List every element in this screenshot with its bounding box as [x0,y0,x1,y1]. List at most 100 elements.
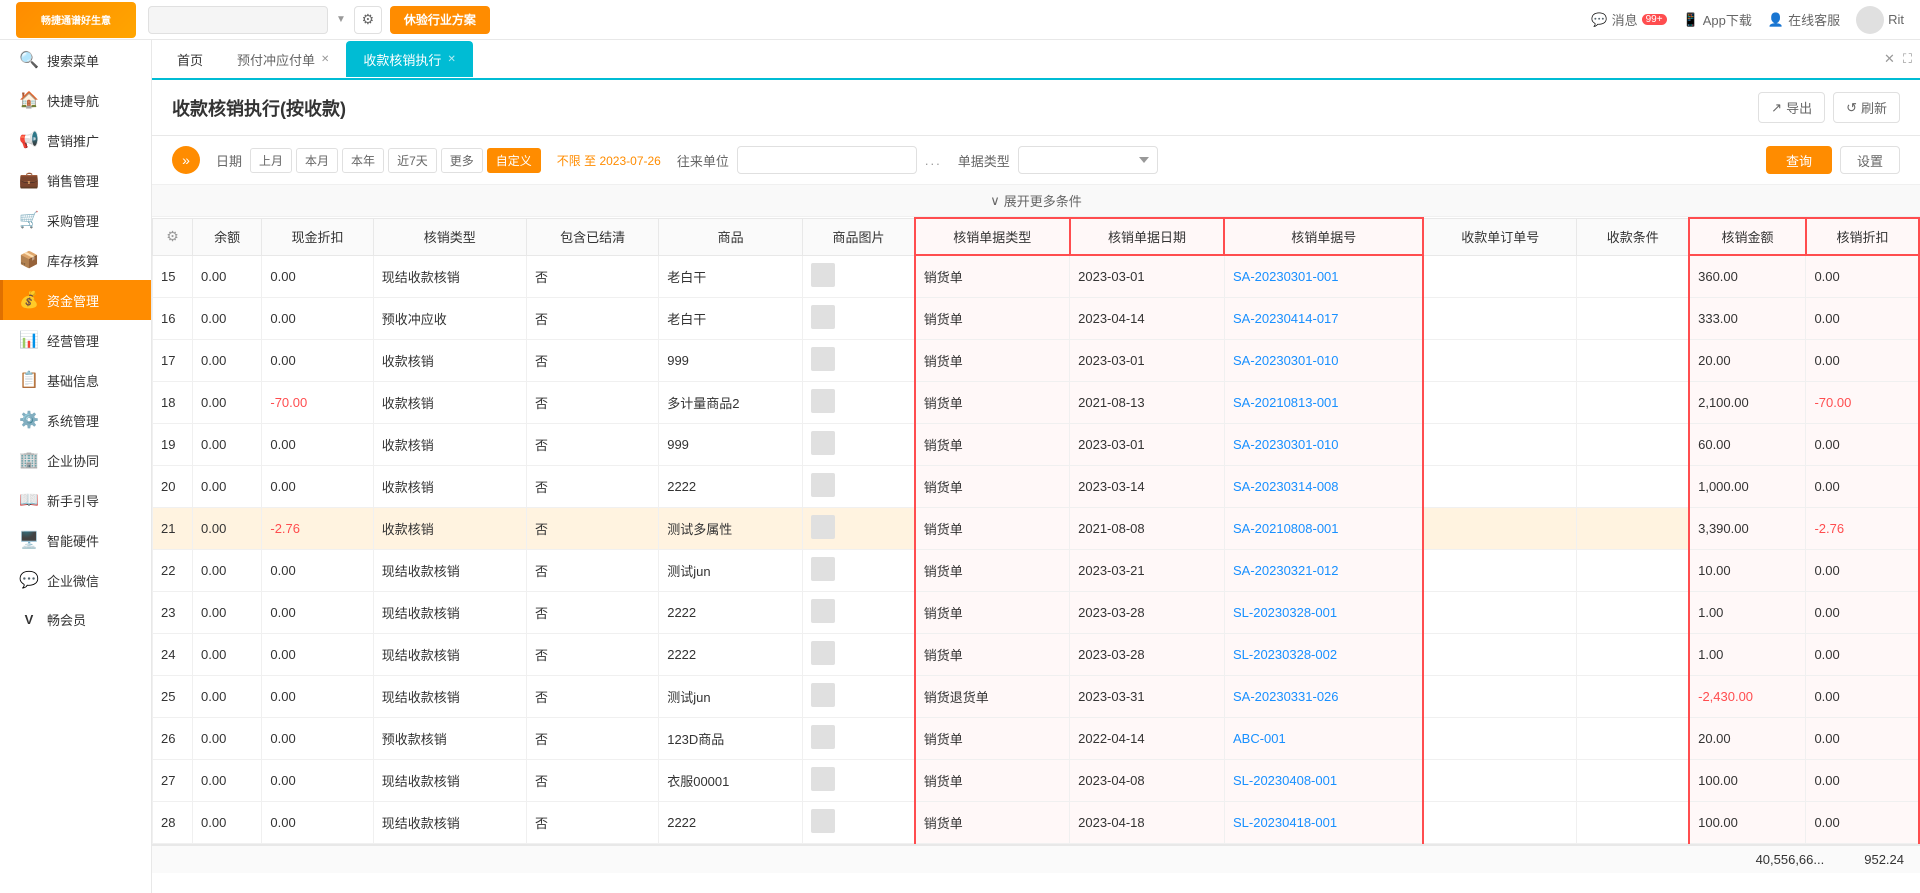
enterprise-wechat-icon: 💬 [19,570,39,590]
cell-row-num: 27 [153,759,193,801]
sidebar-item-marketing[interactable]: 📢 营销推广 [0,120,151,160]
cell-cash-discount: 0.00 [262,255,373,297]
tab-home[interactable]: 首页 [160,41,220,77]
cell-receipt-condition [1577,507,1689,549]
cell-balance: 0.00 [193,381,262,423]
sidebar-item-quick-nav[interactable]: 🏠 快捷导航 [0,80,151,120]
cell-row-num: 17 [153,339,193,381]
expand-more-button[interactable]: ∨ 展开更多条件 [990,191,1082,210]
sidebar-item-enterprise-wechat[interactable]: 💬 企业微信 [0,560,151,600]
cell-cancel-bill-no[interactable]: SA-20230301-001 [1224,255,1422,297]
cell-cancel-bill-no[interactable]: SA-20230321-012 [1224,549,1422,591]
tab-prepay-close[interactable]: ✕ [321,54,329,65]
page-content: 收款核销执行(按收款) ↗ 导出 ↺ 刷新 » [152,80,1920,893]
industry-button[interactable]: 休验行业方案 [390,6,490,34]
filter-expand-toggle[interactable]: » [172,146,200,174]
cell-goods: 测试jun [659,549,803,591]
table-row: 150.000.00现结收款核销否老白干销货单2023-03-01SA-2023… [153,255,1920,297]
user-info[interactable]: Rit [1856,6,1904,34]
app-icon: 📱 [1683,12,1699,28]
sidebar-item-base-info[interactable]: 📋 基础信息 [0,360,151,400]
sidebar-item-purchase[interactable]: 🛒 采购管理 [0,200,151,240]
search-bar-placeholder[interactable] [148,6,328,34]
sidebar-item-capital[interactable]: 💰 资金管理 [0,280,151,320]
cell-include-settled: 否 [526,633,658,675]
cell-receipt-order-no [1423,801,1577,843]
cell-cancel-bill-no[interactable]: SA-20210808-001 [1224,507,1422,549]
cell-receipt-order-no [1423,591,1577,633]
cell-cancel-bill-no[interactable]: SL-20230328-001 [1224,591,1422,633]
sidebar-item-inventory[interactable]: 📦 库存核算 [0,240,151,280]
cell-goods: 测试多属性 [659,507,803,549]
cell-cancel-bill-type: 销货单 [915,423,1070,465]
export-button[interactable]: ↗ 导出 [1758,92,1825,123]
col-include-settled: 包含已结清 [526,218,658,255]
date-btn-this-month[interactable]: 本月 [296,148,338,173]
page-header: 收款核销执行(按收款) ↗ 导出 ↺ 刷新 [152,80,1920,136]
cell-row-num: 16 [153,297,193,339]
date-btn-custom[interactable]: 自定义 [487,148,541,173]
cell-cancel-discount: -2.76 [1806,507,1919,549]
tab-expand-icon[interactable]: ⛶ [1903,51,1912,67]
receipt-type-label: 单据类型 [958,151,1010,170]
goods-img-placeholder [811,725,835,749]
table-row: 210.00-2.76收款核销否测试多属性销货单2021-08-08SA-202… [153,507,1920,549]
col-config-icon[interactable]: ⚙ [166,228,179,244]
col-balance: 余额 [193,218,262,255]
sidebar-item-enterprise[interactable]: 🏢 企业协同 [0,440,151,480]
cell-cancel-bill-no[interactable]: SL-20230408-001 [1224,759,1422,801]
expand-bar: ∨ 展开更多条件 [152,185,1920,217]
cell-goods: 2222 [659,633,803,675]
cell-cancel-bill-date: 2023-04-08 [1070,759,1225,801]
sidebar-item-vip[interactable]: V 畅会员 [0,600,151,639]
cell-cancel-bill-no[interactable]: SA-20230301-010 [1224,423,1422,465]
date-btn-last-month[interactable]: 上月 [250,148,292,173]
app-download-item[interactable]: 📱 App下载 [1683,10,1752,29]
tab-prepay[interactable]: 预付冲应付单 ✕ [220,41,346,77]
receipt-type-select[interactable] [1018,146,1158,174]
sidebar-item-newbie[interactable]: 📖 新手引导 [0,480,151,520]
cell-cancel-bill-no[interactable]: SA-20230301-010 [1224,339,1422,381]
date-btn-7days[interactable]: 近7天 [388,148,437,173]
tab-close-icon[interactable]: ✕ [1884,51,1895,67]
from-unit-input[interactable] [737,146,917,174]
online-service-item[interactable]: 👤 在线客服 [1768,10,1840,29]
date-btn-this-year[interactable]: 本年 [342,148,384,173]
cell-cancel-bill-no[interactable]: SL-20230418-001 [1224,801,1422,843]
cell-cancel-bill-type: 销货单 [915,591,1070,633]
cell-cancel-discount: 0.00 [1806,297,1919,339]
cell-cancel-bill-no[interactable]: SL-20230328-002 [1224,633,1422,675]
cell-cancel-bill-no[interactable]: SA-20230314-008 [1224,465,1422,507]
cell-cancel-bill-no[interactable]: ABC-001 [1224,717,1422,759]
settings-button[interactable]: 设置 [1840,146,1900,174]
col-cash-discount: 现金折扣 [262,218,373,255]
vip-icon: V [19,612,39,627]
cell-cancel-bill-no[interactable]: SA-20230331-026 [1224,675,1422,717]
tab-receipt-cancel[interactable]: 收款核销执行 ✕ [346,41,472,77]
refresh-button[interactable]: ↺ 刷新 [1833,92,1900,123]
sidebar-item-sys-mgmt[interactable]: ⚙️ 系统管理 [0,400,151,440]
query-button[interactable]: 查询 [1766,146,1832,174]
cell-cancel-bill-no[interactable]: SA-20230414-017 [1224,297,1422,339]
date-btn-more[interactable]: 更多 [441,148,483,173]
cell-cancel-bill-no[interactable]: SA-20210813-001 [1224,381,1422,423]
cell-goods-img [803,297,915,339]
sidebar-item-search-menu[interactable]: 🔍 搜索菜单 [0,40,151,80]
cell-cancel-type: 收款核销 [373,381,526,423]
sidebar-item-label: 资金管理 [47,291,99,310]
cell-cancel-bill-type: 销货单 [915,759,1070,801]
sidebar-item-biz[interactable]: 📊 经营管理 [0,320,151,360]
cell-receipt-order-no [1423,339,1577,381]
cell-cancel-type: 收款核销 [373,339,526,381]
tab-receipt-cancel-close[interactable]: ✕ [447,54,455,65]
sidebar-item-sales[interactable]: 💼 销售管理 [0,160,151,200]
cell-cancel-type: 现结收款核销 [373,549,526,591]
sidebar: 🔍 搜索菜单 🏠 快捷导航 📢 营销推广 💼 销售管理 🛒 采购管理 📦 库存核… [0,40,152,893]
cell-cancel-type: 现结收款核销 [373,255,526,297]
message-icon-item[interactable]: 💬 消息 99+ [1591,10,1666,29]
cell-goods: 老白干 [659,255,803,297]
page-actions: ↗ 导出 ↺ 刷新 [1758,92,1900,135]
gear-button[interactable]: ⚙ [354,6,382,34]
sidebar-item-smart-hw[interactable]: 🖥️ 智能硬件 [0,520,151,560]
cell-include-settled: 否 [526,717,658,759]
